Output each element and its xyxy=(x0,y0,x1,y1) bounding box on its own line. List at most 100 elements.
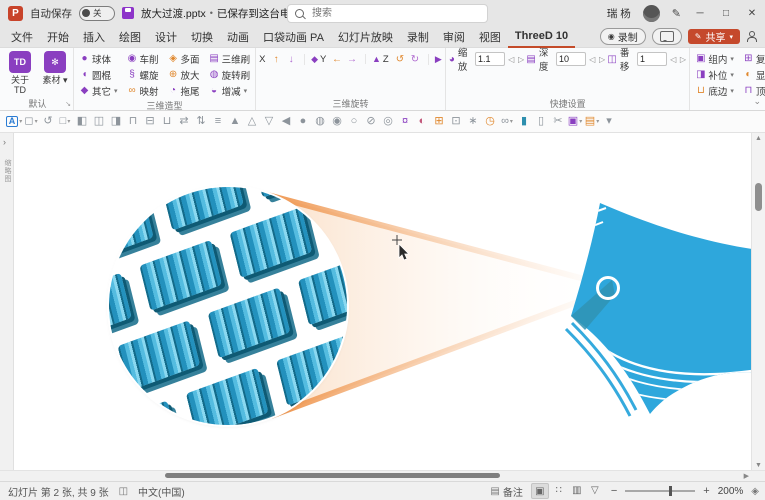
menu-tab[interactable]: 视图 xyxy=(472,26,508,47)
record-button[interactable]: ◉ 录制 xyxy=(599,28,646,45)
accessibility-icon[interactable]: ◫ xyxy=(119,486,128,497)
clone-tool-icon[interactable]: ⊞ xyxy=(431,116,447,127)
dialog-launcher-icon[interactable]: ↘ xyxy=(65,100,71,108)
round-stick-button[interactable]: ◖ 圆棍 xyxy=(77,67,120,83)
reading-view-button[interactable]: ▥ xyxy=(569,483,585,497)
pan-increase-button[interactable]: ▷ xyxy=(680,55,687,64)
avatar[interactable] xyxy=(642,4,660,22)
spiral-button[interactable]: § 螺旋 xyxy=(125,67,161,83)
horizontal-scroll-thumb[interactable] xyxy=(165,473,500,478)
bottom-edge-button[interactable]: ⊔ 底边 ▾ xyxy=(693,83,736,99)
sphere-button[interactable]: ● 球体 xyxy=(77,51,120,67)
normal-view-button[interactable]: ▣ xyxy=(530,483,549,499)
zoom-out-button[interactable]: − xyxy=(611,485,617,497)
menu-tab[interactable]: 开始 xyxy=(40,26,76,47)
menu-tab[interactable]: 切换 xyxy=(184,26,220,47)
comments-button[interactable] xyxy=(651,28,682,45)
scissors-tool-icon[interactable]: ✂ xyxy=(550,116,566,127)
assets-button[interactable]: ✻ 素材 ▾ xyxy=(40,51,70,85)
flip-h-icon[interactable]: △ xyxy=(244,116,260,127)
lathe-button[interactable]: ◉ 车削 xyxy=(125,51,161,67)
slash-tool-icon[interactable]: ⊘ xyxy=(363,116,379,127)
shape-tool-icon[interactable]: ◻ ▾ xyxy=(23,116,39,127)
slide-canvas[interactable]: › 缩略图 ▲ ▼ ▶ xyxy=(0,133,765,481)
minimize-button[interactable]: ─ xyxy=(693,8,707,19)
show-hide-button[interactable]: ◐显隐 xyxy=(741,67,765,83)
menu-tab[interactable]: 审阅 xyxy=(436,26,472,47)
scroll-up-icon[interactable]: ▲ xyxy=(752,135,765,142)
menu-tab[interactable]: 录制 xyxy=(400,26,436,47)
pen-mode-icon[interactable]: ✎ xyxy=(672,7,681,20)
about-td-button[interactable]: TD 关于 TD xyxy=(5,51,35,96)
text-box-icon[interactable]: A ▾ xyxy=(5,116,22,127)
search-box[interactable] xyxy=(287,4,488,23)
thumbnail-pane-collapsed[interactable]: › 缩略图 xyxy=(0,133,14,471)
other-shapes-button[interactable]: ◆ 其它 ▾ xyxy=(77,83,120,99)
eye-tool-icon[interactable]: ◐ xyxy=(414,116,430,127)
scroll-right-icon[interactable]: ▶ xyxy=(744,472,749,480)
fit-to-window-icon[interactable]: ◈ xyxy=(751,486,759,497)
depth-input[interactable] xyxy=(556,52,586,66)
notes-button[interactable]: ▤ 备注 xyxy=(490,484,522,499)
polyhedron-button[interactable]: ◈ 多面 xyxy=(166,51,202,67)
ellipse-tool-icon[interactable]: ○ xyxy=(346,116,362,127)
magnify-button[interactable]: ⊕ 放大 xyxy=(166,67,202,83)
toolbar-collapse-icon[interactable]: ▾ xyxy=(601,116,617,127)
pin-tool-icon[interactable]: ¤ xyxy=(397,116,413,127)
link-tool-icon[interactable]: ∞ ▾ xyxy=(499,116,515,127)
increase-decrease-button[interactable]: ◒ 增减 ▾ xyxy=(207,83,253,99)
presence-icon[interactable] xyxy=(746,31,759,42)
ring-tool-icon[interactable]: ◎ xyxy=(380,116,396,127)
cone-tool-icon[interactable]: ◀ xyxy=(278,116,294,127)
zoom-in-button[interactable]: + xyxy=(703,485,709,497)
copy-button[interactable]: ⊞复制 xyxy=(741,51,765,67)
depth-decrease-button[interactable]: ◁ xyxy=(589,55,596,64)
align-right-icon[interactable]: ◨ xyxy=(108,116,124,127)
horizontal-scrollbar[interactable]: ▶ xyxy=(0,470,765,481)
stack-order-icon[interactable]: ≡ xyxy=(210,116,226,127)
axis-extra-icon[interactable]: ▶ xyxy=(427,53,442,65)
fill-position-button[interactable]: ◨ 补位 ▾ xyxy=(693,67,736,83)
zoom-level[interactable]: 200% xyxy=(718,486,744,497)
sphere-shaded-icon[interactable]: ◍ xyxy=(312,116,328,127)
slide[interactable] xyxy=(13,133,752,471)
search-input[interactable] xyxy=(310,7,444,20)
distribute-h-icon[interactable]: ⇄ xyxy=(176,116,192,127)
menu-tab[interactable]: 设计 xyxy=(148,26,184,47)
axis-extra-icon[interactable]: ▲ xyxy=(365,54,381,64)
unlock-icon-icon[interactable]: ▯ xyxy=(533,116,549,127)
expand-pane-icon[interactable]: › xyxy=(3,137,6,147)
rotate-y-neg-button[interactable]: → xyxy=(346,54,358,65)
timer-tool-icon[interactable]: ◷ xyxy=(482,116,498,127)
align-middle-icon[interactable]: ⊟ xyxy=(142,116,158,127)
scale-input[interactable] xyxy=(475,52,506,66)
pyramid-tool-icon[interactable]: ▲ xyxy=(227,116,243,127)
snowflake-tool-icon[interactable]: ∗ xyxy=(465,116,481,127)
menu-tab[interactable]: 文件 xyxy=(4,26,40,47)
rect-tool-icon[interactable]: □ ▾ xyxy=(57,116,73,127)
slideshow-view-button[interactable]: ▽ xyxy=(587,483,603,497)
trail-button[interactable]: ◔ 拖尾 xyxy=(166,83,202,99)
pan-decrease-button[interactable]: ◁ xyxy=(670,55,677,64)
close-button[interactable]: ✕ xyxy=(745,8,759,19)
distribute-v-icon[interactable]: ⇅ xyxy=(193,116,209,127)
purple-box-tool-icon[interactable]: ▣ ▾ xyxy=(567,116,583,127)
scale-increase-button[interactable]: ▷ xyxy=(518,55,525,64)
orange-folder-tool-icon[interactable]: ▤ ▾ xyxy=(584,116,600,127)
language-indicator[interactable]: 中文(中国) xyxy=(138,484,185,499)
autosave-toggle[interactable]: 关 xyxy=(79,5,115,21)
align-left-icon[interactable]: ◧ xyxy=(74,116,90,127)
menu-tab[interactable]: 口袋动画 PA xyxy=(256,26,331,47)
scroll-down-icon[interactable]: ▼ xyxy=(752,462,765,469)
rotate-x-neg-button[interactable]: ↓ xyxy=(285,54,297,65)
slide-indicator[interactable]: 幻灯片 第 2 张, 共 9 张 xyxy=(8,484,109,499)
menu-tab[interactable]: 动画 xyxy=(220,26,256,47)
menu-tab[interactable]: 绘图 xyxy=(112,26,148,47)
rotate-brush-button[interactable]: ◍ 旋转刷 xyxy=(207,67,253,83)
share-button[interactable]: ✎ 共享 ▾ xyxy=(687,29,740,44)
sphere-dark-icon[interactable]: ● xyxy=(295,116,311,127)
vertical-scrollbar[interactable]: ▲ ▼ xyxy=(751,133,765,471)
align-top-icon[interactable]: ⊓ xyxy=(125,116,141,127)
scale-decrease-button[interactable]: ◁ xyxy=(508,55,515,64)
rotate-y-pos-button[interactable]: ← xyxy=(331,54,343,65)
